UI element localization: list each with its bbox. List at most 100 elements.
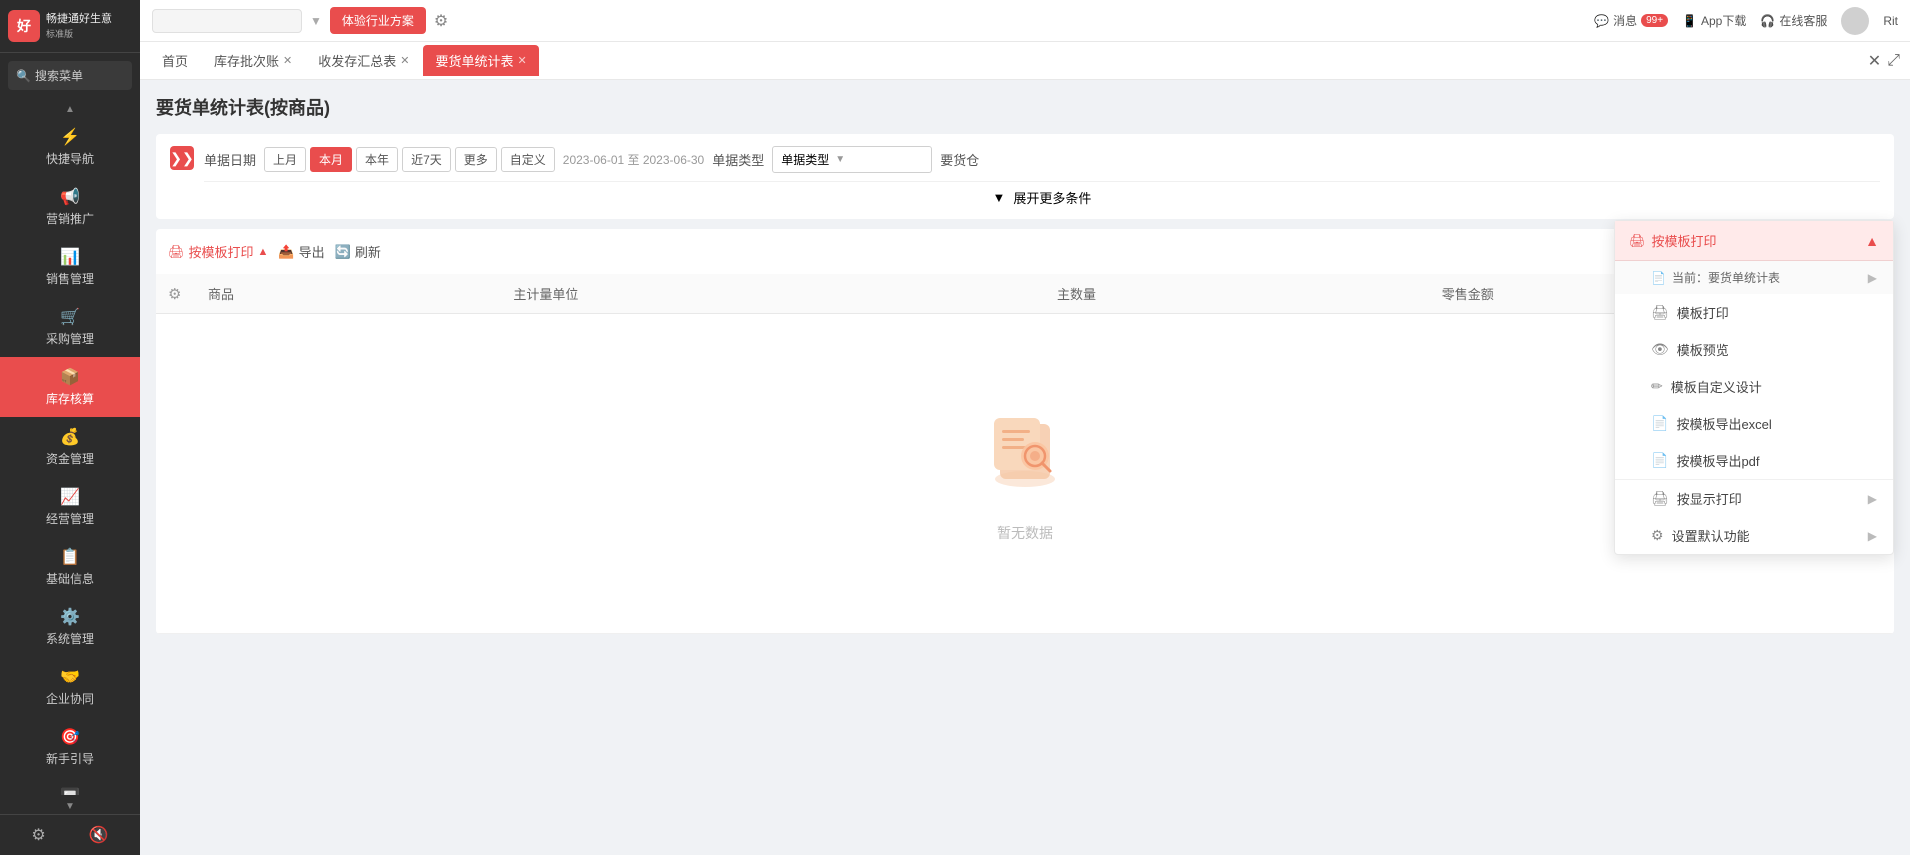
col-qty: 主数量: [1045, 274, 1430, 314]
gear-settings-icon[interactable]: ⚙: [434, 11, 448, 31]
tab-btns-right: ✕ ⤢: [1868, 51, 1900, 71]
home-tab-label: 首页: [162, 51, 188, 70]
tab-receipt-summary[interactable]: 收发存汇总表 ✕: [306, 45, 421, 76]
current-template-icon: 📄: [1651, 271, 1666, 285]
tab-order-stats[interactable]: 要货单统计表 ✕: [423, 45, 538, 76]
date-range: 2023-06-01 至 2023-06-30: [563, 151, 704, 168]
dropdown-arrow-icon: ▼: [310, 14, 322, 28]
search-menu-button[interactable]: 🔍 搜索菜单: [8, 61, 132, 90]
service-icon: 🎧: [1760, 14, 1775, 28]
sidebar-search-area[interactable]: 🔍 搜索菜单: [0, 53, 140, 98]
scroll-up-arrow[interactable]: ▲: [63, 102, 77, 117]
sidebar: 好 畅捷通好生意 标准版 🔍 搜索菜单 ▲ ⚡ 快捷导航 📢 营销推广 📊 销售…: [0, 0, 140, 855]
dropdown-item-set-default[interactable]: ⚙ 设置默认功能 ▶: [1615, 517, 1893, 554]
receipt-summary-tab-label: 收发存汇总表: [318, 51, 396, 70]
no-data-text: 暂无数据: [997, 523, 1053, 543]
export-excel-icon: 📄: [1651, 415, 1668, 432]
export-icon: 📤: [278, 244, 294, 260]
print-template-button[interactable]: 🖨 按模板打印 ▲: [168, 242, 268, 261]
dropdown-item-template-print[interactable]: 🖨 模板打印: [1615, 294, 1893, 331]
dropdown-item-template-custom[interactable]: ✏ 模板自定义设计: [1615, 368, 1893, 405]
sales-icon: 📊: [60, 247, 80, 267]
sidebar-item-guide[interactable]: 🎯 新手引导: [0, 717, 140, 777]
tab-close-button[interactable]: ✕: [1868, 51, 1881, 71]
bill-type-value: 单据类型: [781, 151, 829, 168]
tab-inventory-batch[interactable]: 库存批次账 ✕: [202, 45, 304, 76]
app-download-button[interactable]: 📱 App下载: [1682, 12, 1746, 29]
dropdown-print-icon: 🖨: [1629, 233, 1646, 249]
dropdown-item-export-excel[interactable]: 📄 按模板导出excel: [1615, 405, 1893, 442]
date-filter-label: 单据日期: [204, 150, 256, 169]
marketing-icon: 📢: [60, 187, 80, 207]
page-content: 要货单统计表(按商品) ❯❯ 单据日期 上月 本月 本年 近7天 更多: [140, 80, 1910, 855]
messages-button[interactable]: 💬 消息 99+: [1594, 12, 1668, 29]
message-icon: 💬: [1594, 14, 1609, 28]
header-right: 💬 消息 99+ 📱 App下载 🎧 在线客服 Rit: [1594, 7, 1898, 35]
sidebar-item-basic[interactable]: 📋 基础信息: [0, 537, 140, 597]
sidebar-item-system[interactable]: ⚙️ 系统管理: [0, 597, 140, 657]
date-btn-this-month[interactable]: 本月: [310, 147, 352, 172]
quicknav-label: 快捷导航: [46, 150, 94, 167]
date-btn-7days[interactable]: 近7天: [402, 147, 451, 172]
sidebar-item-apps[interactable]: 🔲 应用中心: [0, 777, 140, 795]
tab-expand-button[interactable]: ⤢: [1887, 52, 1900, 70]
table-gear-icon[interactable]: ⚙: [168, 286, 181, 303]
experience-button[interactable]: 体验行业方案: [330, 7, 426, 34]
sidebar-item-inventory[interactable]: 📦 库存核算: [0, 357, 140, 417]
system-label: 系统管理: [46, 630, 94, 647]
date-buttons: 上月 本月 本年 近7天 更多 自定义: [264, 147, 555, 172]
sidebar-item-quicknav[interactable]: ⚡ 快捷导航: [0, 117, 140, 177]
sidebar-item-marketing[interactable]: 📢 营销推广: [0, 177, 140, 237]
dropdown-current-template[interactable]: 📄 当前：要货单统计表 ▶: [1615, 261, 1893, 294]
filter-expand-button[interactable]: ❯❯: [170, 146, 194, 170]
receipt-summary-tab-close[interactable]: ✕: [400, 54, 409, 67]
logo-icon: 好: [8, 10, 40, 42]
dropdown-item-export-pdf[interactable]: 📄 按模板导出pdf: [1615, 442, 1893, 479]
quicknav-icon: ⚡: [60, 127, 80, 147]
sales-label: 销售管理: [46, 270, 94, 287]
enterprise-icon: 🤝: [60, 667, 80, 687]
dropdown-item-template-preview[interactable]: 👁 模板预览: [1615, 331, 1893, 368]
expand-more-conditions[interactable]: ▼ 展开更多条件: [204, 181, 1880, 207]
mute-button[interactable]: 🔇: [89, 825, 109, 845]
tab-home[interactable]: 首页: [150, 45, 200, 76]
sidebar-item-purchase[interactable]: 🛒 采购管理: [0, 297, 140, 357]
order-stats-tab-close[interactable]: ✕: [518, 54, 527, 67]
scroll-down-arrow[interactable]: ▼: [63, 799, 77, 814]
template-preview-label: 模板预览: [1677, 340, 1729, 359]
avatar[interactable]: [1841, 7, 1869, 35]
export-button[interactable]: 📤 导出: [278, 242, 324, 261]
bill-type-select[interactable]: 单据类型 ▼: [772, 146, 932, 173]
sidebar-nav: ⚡ 快捷导航 📢 营销推广 📊 销售管理 🛒 采购管理 📦 库存核算 💰 资金管…: [0, 117, 140, 795]
date-btn-last-month[interactable]: 上月: [264, 147, 306, 172]
date-btn-this-year[interactable]: 本年: [356, 147, 398, 172]
dropdown-header[interactable]: 🖨 按模板打印 ▲: [1615, 221, 1893, 261]
refresh-icon: 🔄: [335, 244, 351, 260]
col-unit: 主计量单位: [501, 274, 1045, 314]
guide-icon: 🎯: [60, 727, 80, 747]
main-content: ▼ 体验行业方案 ⚙ 💬 消息 99+ 📱 App下载 🎧 在线客服 Rit 首…: [140, 0, 1910, 855]
online-service-button[interactable]: 🎧 在线客服: [1760, 12, 1827, 29]
sidebar-item-enterprise[interactable]: 🤝 企业协同: [0, 657, 140, 717]
sidebar-logo: 好 畅捷通好生意 标准版: [0, 0, 140, 53]
warehouse-label: 要货仓: [940, 150, 979, 169]
dropdown-collapse-arrow: ▲: [1865, 233, 1879, 249]
set-default-arrow: ▶: [1868, 529, 1877, 543]
dropdown-item-display-print[interactable]: 🖨 按显示打印 ▶: [1615, 479, 1893, 517]
sidebar-item-sales[interactable]: 📊 销售管理: [0, 237, 140, 297]
inventory-icon: 📦: [60, 367, 80, 387]
finance-icon: 💰: [60, 427, 80, 447]
settings-bottom-button[interactable]: ⚙: [31, 825, 45, 845]
date-btn-custom[interactable]: 自定义: [501, 147, 555, 172]
breadcrumb-search-input[interactable]: [152, 9, 302, 33]
inventory-batch-tab-label: 库存批次账: [214, 51, 279, 70]
template-print-label: 模板打印: [1677, 303, 1729, 322]
date-btn-more[interactable]: 更多: [455, 147, 497, 172]
sidebar-item-operation[interactable]: 📈 经营管理: [0, 477, 140, 537]
app-name: 畅捷通好生意: [46, 12, 112, 27]
finance-label: 资金管理: [46, 450, 94, 467]
inventory-batch-tab-close[interactable]: ✕: [283, 54, 292, 67]
sidebar-item-finance[interactable]: 💰 资金管理: [0, 417, 140, 477]
apps-icon: 🔲: [60, 787, 80, 795]
refresh-button[interactable]: 🔄 刷新: [335, 242, 381, 261]
